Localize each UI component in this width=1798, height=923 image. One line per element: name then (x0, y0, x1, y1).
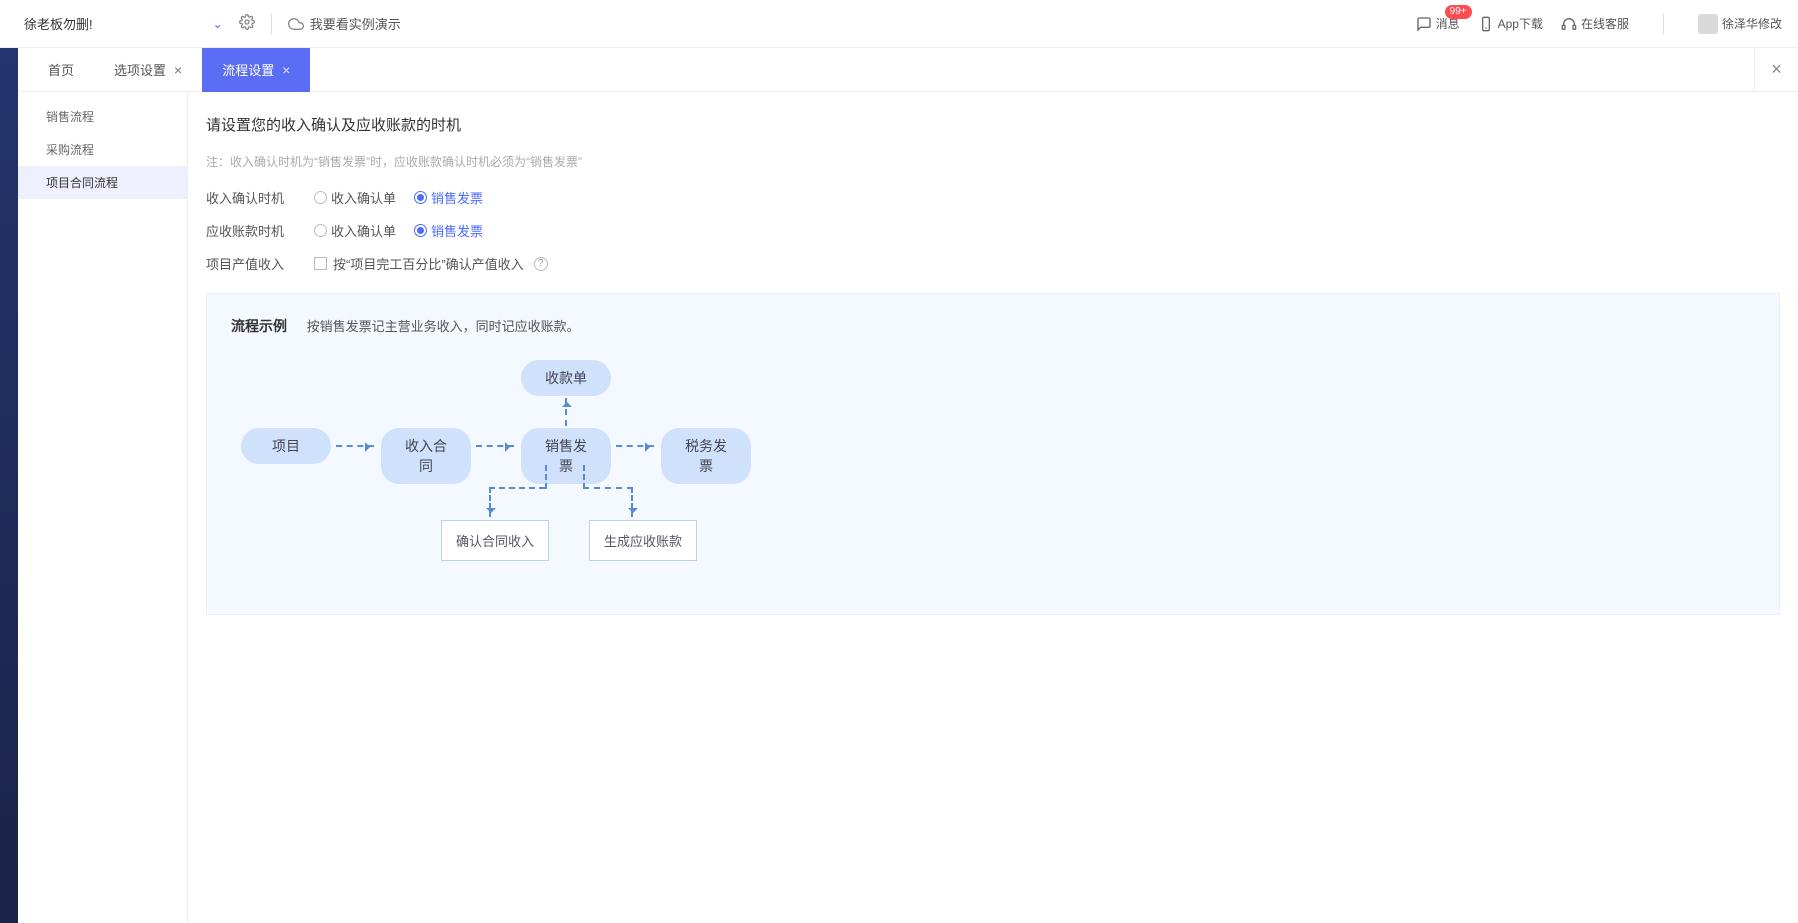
org-name: 徐老板勿删! (24, 14, 93, 33)
radio-label: 收入确认单 (331, 188, 396, 207)
avatar (1698, 14, 1718, 34)
setting-project-output: 项目产值收入 按“项目完工百分比”确认产值收入 ? (206, 254, 1798, 273)
radio-sale-invoice-2[interactable]: 销售发票 (414, 221, 483, 240)
page-title: 请设置您的收入确认及应收账款的时机 (206, 114, 1798, 135)
service-label: 在线客服 (1581, 15, 1629, 32)
headset-icon (1561, 16, 1577, 32)
demo-link[interactable]: 我要看实例演示 (288, 14, 401, 33)
arrow-icon (476, 445, 514, 447)
setting-receivable-timing: 应收账款时机 收入确认单 销售发票 (206, 221, 1798, 240)
radio-label: 销售发票 (431, 221, 483, 240)
tab-label: 流程设置 (222, 60, 274, 79)
radio-income-confirm-sheet[interactable]: 收入确认单 (314, 188, 396, 207)
tab-label: 首页 (48, 60, 74, 79)
divider (271, 13, 272, 35)
radio-income-confirm-sheet-2[interactable]: 收入确认单 (314, 221, 396, 240)
setting-label: 应收账款时机 (206, 221, 296, 240)
tab-options[interactable]: 选项设置 × (94, 48, 202, 92)
radio-icon (314, 191, 327, 204)
node-income-contract: 收入合同 (381, 428, 471, 484)
box-generate-receivable: 生成应收账款 (589, 520, 697, 561)
divider (1663, 13, 1664, 35)
page-note: 注：收入确认时机为“销售发票”时，应收账款确认时机必须为“销售发票” (206, 153, 1798, 170)
top-bar: 徐老板勿删! ⌄ 我要看实例演示 消息 99+ App下载 在线客服 徐泽华修改 (0, 0, 1798, 48)
app-download-button[interactable]: App下载 (1478, 15, 1543, 32)
close-icon[interactable]: × (174, 62, 182, 78)
mobile-icon (1478, 16, 1494, 32)
chat-icon (1416, 16, 1432, 32)
setting-label: 项目产值收入 (206, 254, 296, 273)
top-right: 消息 99+ App下载 在线客服 徐泽华修改 (1416, 13, 1782, 35)
flow-example-card: 流程示例 按销售发票记主营业务收入，同时记应收账款。 收款单 项目 收入合同 销… (206, 293, 1780, 615)
side-nav: 销售流程 采购流程 项目合同流程 (18, 92, 188, 923)
app-label: App下载 (1498, 15, 1543, 32)
messages-badge: 99+ (1445, 5, 1472, 19)
node-sale-invoice: 销售发票 (521, 428, 611, 484)
gear-icon[interactable] (239, 14, 255, 33)
connector-line (583, 487, 633, 489)
connector-line (489, 487, 545, 489)
sidenav-purchase[interactable]: 采购流程 (18, 133, 187, 166)
settings-panel: 请设置您的收入确认及应收账款的时机 注：收入确认时机为“销售发票”时，应收账款确… (188, 92, 1798, 923)
node-tax-invoice: 税务发票 (661, 428, 751, 484)
demo-label: 我要看实例演示 (310, 14, 401, 33)
tab-home[interactable]: 首页 (28, 48, 94, 92)
setting-income-timing: 收入确认时机 收入确认单 销售发票 (206, 188, 1798, 207)
checkbox-completion-percent[interactable]: 按“项目完工百分比”确认产值收入 ? (314, 254, 548, 273)
tab-flow-settings[interactable]: 流程设置 × (202, 48, 310, 92)
chevron-down-icon: ⌄ (213, 17, 223, 31)
checkbox-icon (314, 257, 327, 270)
box-confirm-income: 确认合同收入 (441, 520, 549, 561)
radio-sale-invoice[interactable]: 销售发票 (414, 188, 483, 207)
flow-diagram: 收款单 项目 收入合同 销售发票 税务发票 确认合同收入 生成应收账款 (231, 360, 1755, 580)
tabs-close-all[interactable]: × (1754, 48, 1798, 92)
example-header: 流程示例 按销售发票记主营业务收入，同时记应收账款。 (231, 316, 1755, 336)
sidenav-project[interactable]: 项目合同流程 (18, 166, 187, 199)
arrow-down-icon (489, 487, 491, 517)
radio-label: 销售发票 (431, 188, 483, 207)
arrow-icon (336, 445, 374, 447)
user-name: 徐泽华修改 (1722, 15, 1782, 32)
radio-label: 收入确认单 (331, 221, 396, 240)
cloud-icon (288, 16, 304, 32)
node-project: 项目 (241, 428, 331, 464)
org-selector[interactable]: 徐老板勿删! ⌄ (16, 12, 231, 35)
arrow-icon (616, 445, 654, 447)
connector-line (583, 465, 585, 489)
tabs-row: 首页 选项设置 × 流程设置 × × (18, 48, 1798, 92)
sidenav-sales[interactable]: 销售流程 (18, 100, 187, 133)
radio-icon (414, 224, 427, 237)
checkbox-label: 按“项目完工百分比”确认产值收入 (333, 254, 524, 273)
setting-label: 收入确认时机 (206, 188, 296, 207)
arrow-down-icon (631, 487, 633, 517)
help-icon[interactable]: ? (534, 257, 548, 271)
tab-label: 选项设置 (114, 60, 166, 79)
example-title: 流程示例 (231, 316, 287, 336)
close-icon[interactable]: × (282, 62, 290, 78)
radio-icon (314, 224, 327, 237)
messages-button[interactable]: 消息 99+ (1416, 15, 1460, 32)
left-rail[interactable] (0, 48, 18, 923)
radio-icon (414, 191, 427, 204)
user-menu[interactable]: 徐泽华修改 (1698, 14, 1782, 34)
arrow-up-icon (565, 398, 567, 426)
node-collection: 收款单 (521, 360, 611, 396)
example-desc: 按销售发票记主营业务收入，同时记应收账款。 (307, 319, 580, 334)
online-service-button[interactable]: 在线客服 (1561, 15, 1629, 32)
connector-line (545, 465, 547, 489)
